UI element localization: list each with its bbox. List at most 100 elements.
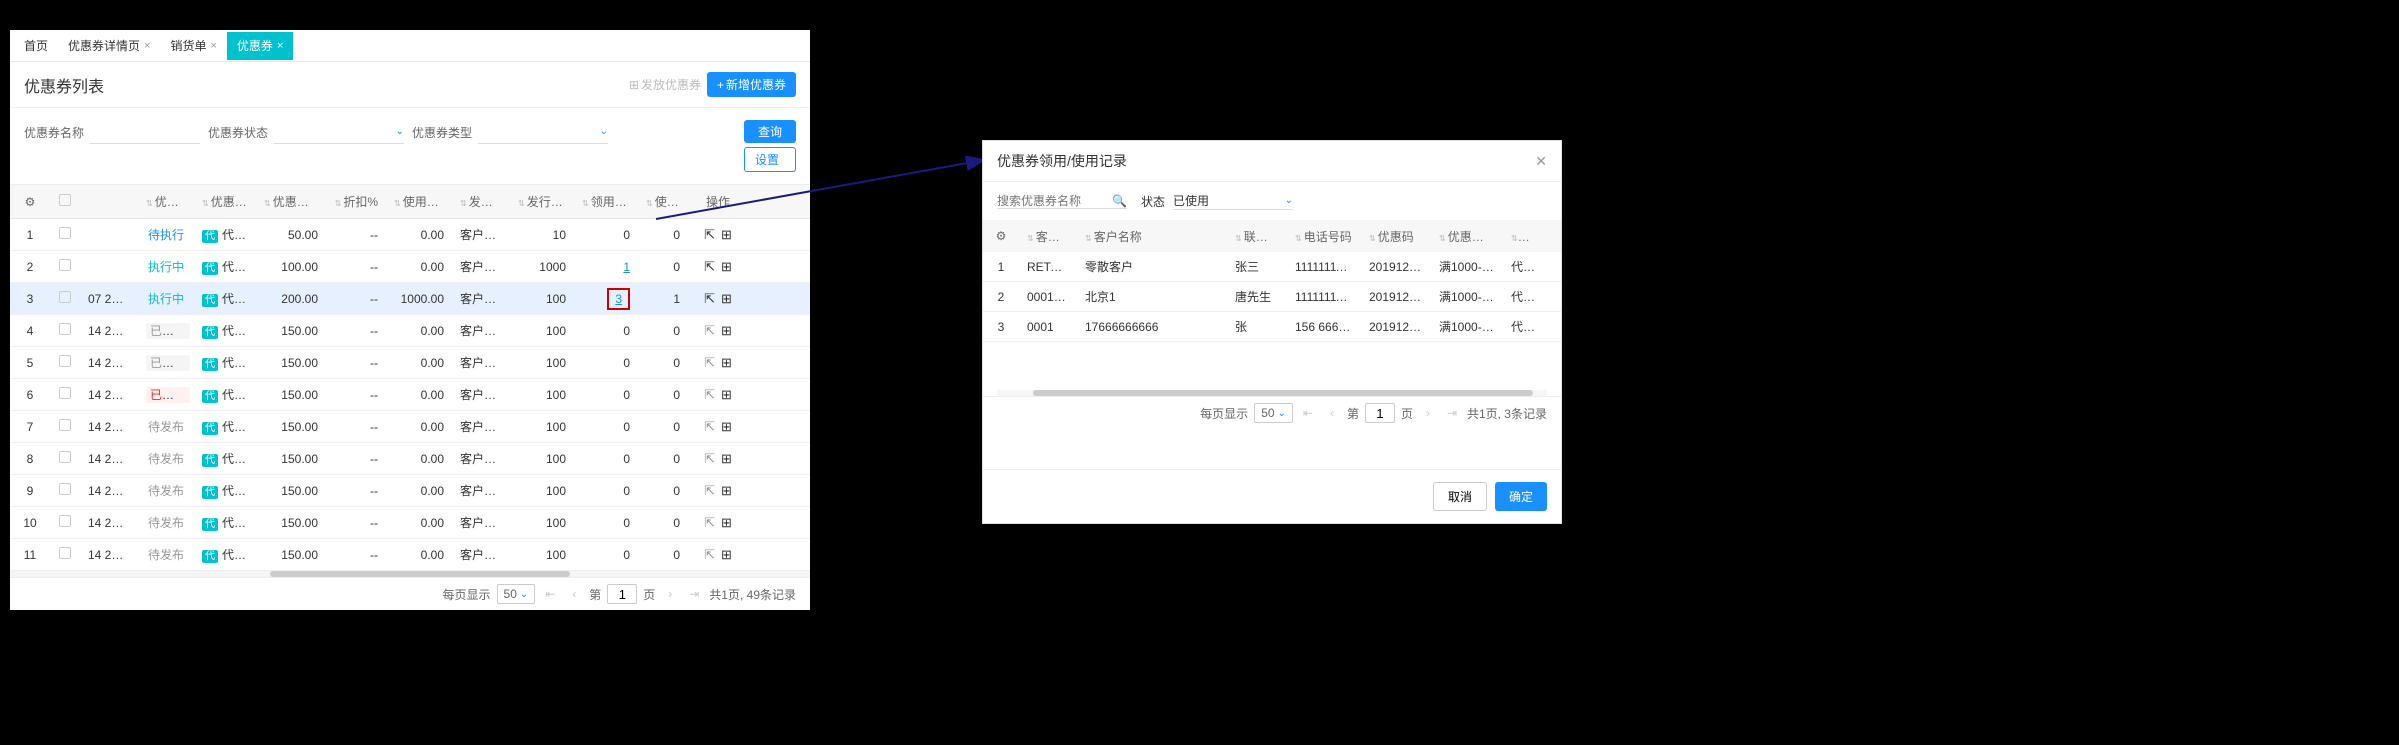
row-checkbox[interactable] [50,515,80,530]
qrcode-icon[interactable]: ⊞ [721,451,732,466]
table-row[interactable]: 514 23:59已过期代代金券150.00--0.00客户领取10000⇱⊞ [10,347,810,379]
qrcode-icon[interactable]: ⊞ [721,291,732,306]
modal-type-column[interactable]: ⇅优惠券类 [1503,228,1551,245]
tab-首页[interactable]: 首页 [14,32,58,60]
modal-table-row[interactable]: 1RETAIL...零散客户张三1111111111120191207O...满… [983,252,1561,282]
modal-prev-page-icon[interactable]: ‹ [1323,404,1341,422]
query-button[interactable]: 查询 [744,120,796,143]
row-checkbox[interactable] [50,227,80,242]
first-page-icon[interactable]: ⇤ [541,585,559,603]
close-icon[interactable]: ✕ [1535,153,1547,170]
row-checkbox[interactable] [50,387,80,402]
close-icon[interactable]: × [210,40,216,52]
table-row[interactable]: 307 23:59执行中代代金券200.00--1000.00客户领取10031… [10,283,810,315]
row-checkbox[interactable] [50,483,80,498]
horizontal-scrollbar[interactable] [10,571,810,577]
modal-page-input[interactable] [1365,403,1395,423]
qrcode-icon[interactable]: ⊞ [721,387,732,402]
row-claim[interactable]: 1 [574,260,638,274]
qrcode-icon[interactable]: ⊞ [721,323,732,338]
filter-status-select[interactable]: ⌄ [274,120,404,144]
qrcode-icon[interactable]: ⊞ [721,483,732,498]
table-row[interactable]: 1待执行代代金券50.00--0.00客户领取1000⇱⊞ [10,219,810,251]
filter-name-input[interactable] [90,120,200,144]
modal-status-select[interactable]: 已使用 ⌄ [1173,192,1293,210]
table-row[interactable]: 814 23:59待发布代代金券150.00--0.00客户领取10000⇱⊞ [10,443,810,475]
search-icon[interactable]: 🔍 [1112,194,1127,208]
qrcode-icon[interactable]: ⊞ [721,355,732,370]
row-claim[interactable]: 0 [574,548,638,562]
row-claim[interactable]: 0 [574,228,638,242]
discount-column[interactable]: ⇅折扣% [326,193,386,210]
next-page-icon[interactable]: › [661,585,679,603]
per-page-select[interactable]: 50⌄ [497,584,536,604]
modal-name-column[interactable]: ⇅客户名称 [1077,228,1227,245]
add-coupon-button[interactable]: + 新增优惠券 [707,72,796,97]
prev-page-icon[interactable]: ‹ [565,585,583,603]
row-claim[interactable]: 0 [574,420,638,434]
tab-销货单[interactable]: 销货单× [160,32,226,60]
method-column[interactable]: ⇅发放方式 [452,193,510,210]
qrcode-icon[interactable]: ⊞ [721,547,732,562]
threshold-column[interactable]: ⇅使用门槛... [386,193,452,210]
issue-column[interactable]: ⇅发行数量 [510,193,574,210]
row-claim[interactable]: 0 [574,324,638,338]
row-checkbox[interactable] [50,355,80,370]
settings-button[interactable]: 设置 [744,147,796,172]
share-icon[interactable]: ⇱ [704,227,715,242]
filter-type-select[interactable]: ⌄ [478,120,608,144]
table-row[interactable]: 414 23:59已过期代代金券150.00--0.00客户领取10000⇱⊞ [10,315,810,347]
modal-next-page-icon[interactable]: › [1419,404,1437,422]
tab-优惠券[interactable]: 优惠券× [227,32,293,60]
row-checkbox[interactable] [50,259,80,274]
confirm-button[interactable]: 确定 [1495,482,1547,511]
modal-table-row[interactable]: 200010001北京1唐先生1111111111120191207O...满1… [983,282,1561,312]
share-icon[interactable]: ⇱ [704,259,715,274]
table-row[interactable]: 2执行中代代金券100.00--0.00客户领取100010⇱⊞ [10,251,810,283]
row-claim[interactable]: 3 [574,288,638,310]
row-checkbox[interactable] [50,323,80,338]
modal-topic-column[interactable]: ⇅优惠主题 [1431,228,1503,245]
modal-last-page-icon[interactable]: ⇥ [1443,404,1461,422]
table-row[interactable]: 714 23:59待发布代代金券150.00--0.00客户领取10000⇱⊞ [10,411,810,443]
modal-horizontal-scrollbar[interactable] [997,390,1547,396]
table-row[interactable]: 1014 23:59待发布代代金券150.00--0.00客户领取10000⇱⊞ [10,507,810,539]
modal-table-row[interactable]: 3000117666666666张156 6666 ...20191207O..… [983,312,1561,342]
last-page-icon[interactable]: ⇥ [685,585,703,603]
claim-column[interactable]: ⇅领用数量 [574,193,638,210]
modal-search-input[interactable] [997,194,1112,208]
table-row[interactable]: 614 23:59已终止代代金券150.00--0.00客户领取10000⇱⊞ [10,379,810,411]
row-checkbox[interactable] [50,451,80,466]
share-icon[interactable]: ⇱ [704,291,715,306]
modal-contact-column[interactable]: ⇅联系人 [1227,228,1287,245]
status-column[interactable]: ⇅优惠券状态 [138,193,194,210]
modal-code-column[interactable]: ⇅优惠码 [1361,228,1431,245]
row-claim[interactable]: 0 [574,452,638,466]
table-row[interactable]: 1114 23:59待发布代代金券150.00--0.00客户领取10000⇱⊞ [10,539,810,571]
row-checkbox[interactable] [50,547,80,562]
cancel-button[interactable]: 取消 [1433,482,1487,511]
row-claim[interactable]: 0 [574,516,638,530]
modal-cust-column[interactable]: ⇅客户... [1019,228,1077,245]
modal-first-page-icon[interactable]: ⇤ [1299,404,1317,422]
row-claim[interactable]: 0 [574,484,638,498]
qrcode-icon[interactable]: ⊞ [721,259,732,274]
modal-gear-column[interactable]: ⚙ [983,229,1019,243]
row-claim[interactable]: 0 [574,356,638,370]
table-row[interactable]: 914 23:59待发布代代金券150.00--0.00客户领取10000⇱⊞ [10,475,810,507]
use-column[interactable]: ⇅使用数量 [638,193,688,210]
modal-phone-column[interactable]: ⇅电话号码 [1287,228,1361,245]
qrcode-icon[interactable]: ⊞ [721,515,732,530]
face-column[interactable]: ⇅优惠券面值 [256,193,326,210]
modal-per-page-select[interactable]: 50⌄ [1254,403,1293,423]
row-claim[interactable]: 0 [574,388,638,402]
checkbox-column[interactable] [50,194,80,209]
qrcode-icon[interactable]: ⊞ [721,419,732,434]
tab-优惠券详情页[interactable]: 优惠券详情页× [58,32,160,60]
close-icon[interactable]: × [277,40,283,52]
type-column[interactable]: ⇅优惠券类型 [194,193,256,210]
row-checkbox[interactable] [50,419,80,434]
gear-column[interactable]: ⚙ [10,195,50,209]
close-icon[interactable]: × [144,40,150,52]
page-input[interactable] [607,584,637,604]
